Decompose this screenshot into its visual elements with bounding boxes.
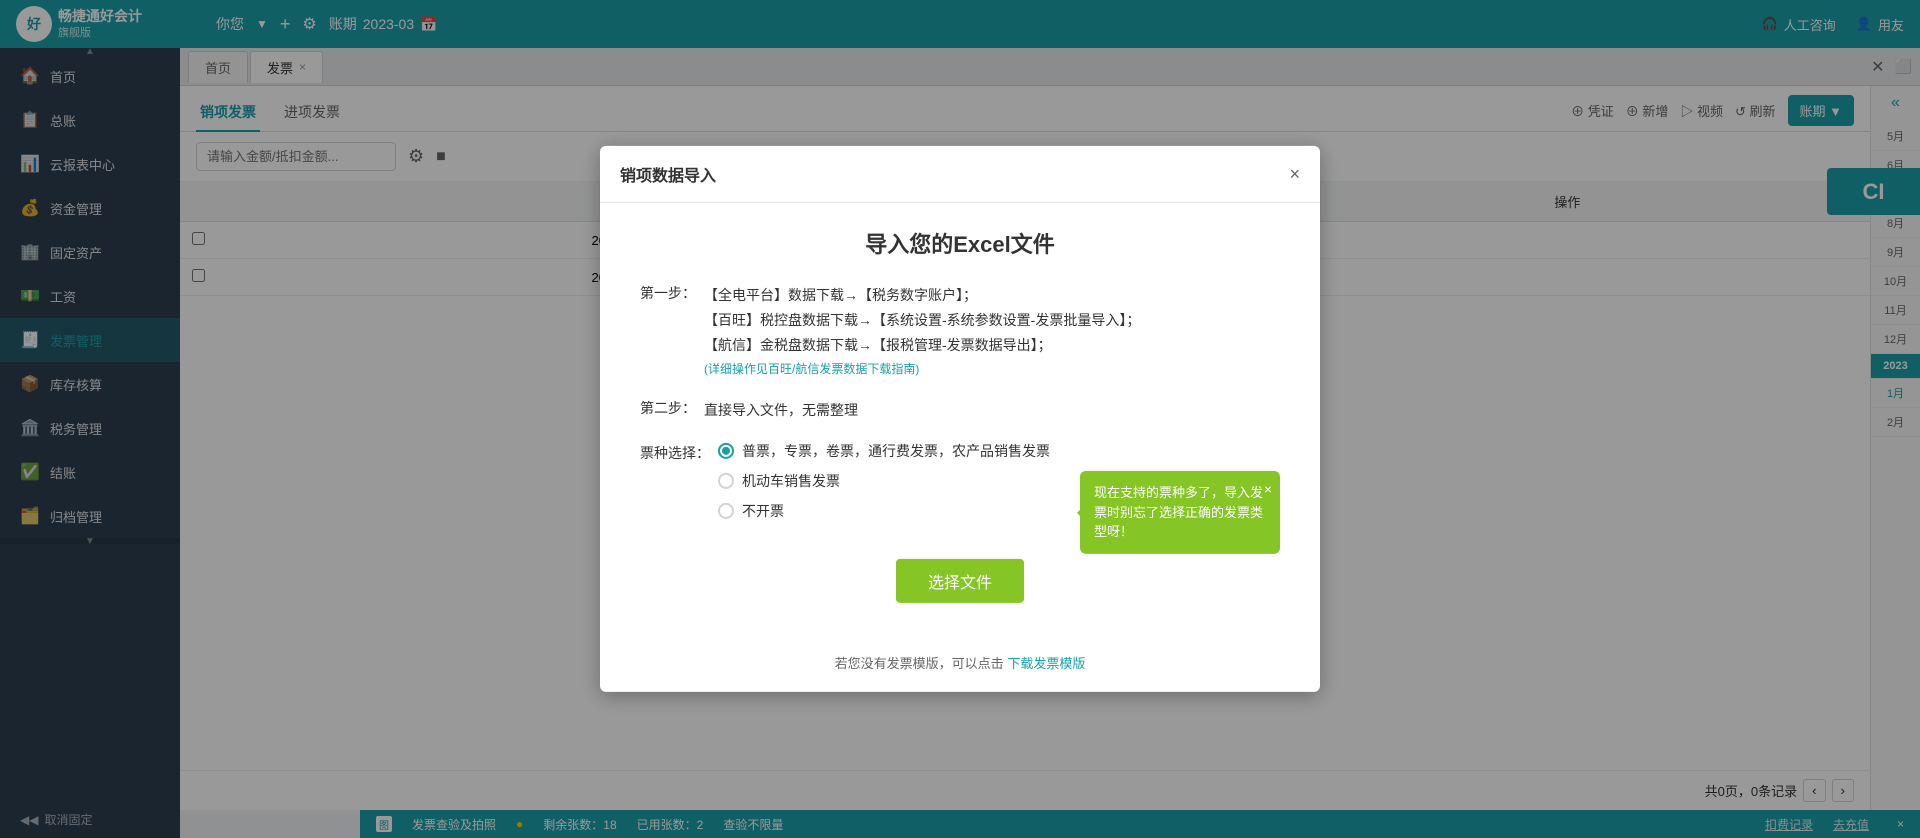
step1-content: 【全电平台】数据下载→【税务数字账户】； 【百旺】税控盘数据下载→【系统设置-系… [704,283,1140,380]
radio-circle-1 [718,443,734,459]
modal-footer: 若您没有发票模版，可以点击 下载发票模版 [600,643,1320,692]
step2-label: 第二步： [640,398,696,418]
modal-close-btn[interactable]: × [1289,163,1300,184]
modal-title: 销项数据导入 [620,162,716,186]
tooltip: × 现在支持的票种多了，导入发票时别忘了选择正确的发票类型呀！ [1080,471,1280,554]
step1-line3: 【航信】金税盘数据下载→【报税管理-发票数据导出】； [704,333,1140,358]
download-template-link[interactable]: 下载发票模版 [1007,656,1085,671]
ticket-choice-section: 票种选择： 普票，专票，卷票，通行费发票，农产品销售发票 机动车销售发票 不开票 [640,441,1280,543]
modal-header: 销项数据导入 × [600,146,1320,203]
step1-line2: 【百旺】税控盘数据下载→【系统设置-系统参数设置-发票批量导入】； [704,308,1140,333]
ticket-choice-label: 票种选择： [640,443,710,463]
select-file-btn[interactable]: 选择文件 [896,559,1024,603]
radio-option-3[interactable]: 不开票 [718,501,1050,521]
radio-option-1[interactable]: 普票，专票，卷票，通行费发票，农产品销售发票 [718,441,1050,461]
modal-body: 导入您的Excel文件 第一步： 【全电平台】数据下载→【税务数字账户】； 【百… [600,203,1320,643]
tooltip-text: 现在支持的票种多了，导入发票时别忘了选择正确的发票类型呀！ [1094,485,1263,539]
radio-option-2[interactable]: 机动车销售发票 [718,471,1050,491]
step-2: 第二步： 直接导入文件，无需整理 [640,398,1280,423]
modal-main-title: 导入您的Excel文件 [640,227,1280,259]
step-1: 第一步： 【全电平台】数据下载→【税务数字账户】； 【百旺】税控盘数据下载→【系… [640,283,1280,380]
import-modal: 销项数据导入 × 导入您的Excel文件 第一步： 【全电平台】数据下载→【税务… [600,146,1320,692]
step1-line1: 【全电平台】数据下载→【税务数字账户】； [704,283,1140,308]
radio-circle-2 [718,473,734,489]
step1-guide-link[interactable]: (详细操作见百旺/航信发票数据下载指南) [704,358,1140,380]
radio-group: 普票，专票，卷票，通行费发票，农产品销售发票 机动车销售发票 不开票 × 现在支… [718,441,1050,531]
step1-label: 第一步： [640,283,696,303]
footer-text: 若您没有发票模版，可以点击 [835,656,1004,671]
step2-content: 直接导入文件，无需整理 [704,398,858,423]
tooltip-close-btn[interactable]: × [1264,479,1272,500]
radio-circle-3 [718,503,734,519]
